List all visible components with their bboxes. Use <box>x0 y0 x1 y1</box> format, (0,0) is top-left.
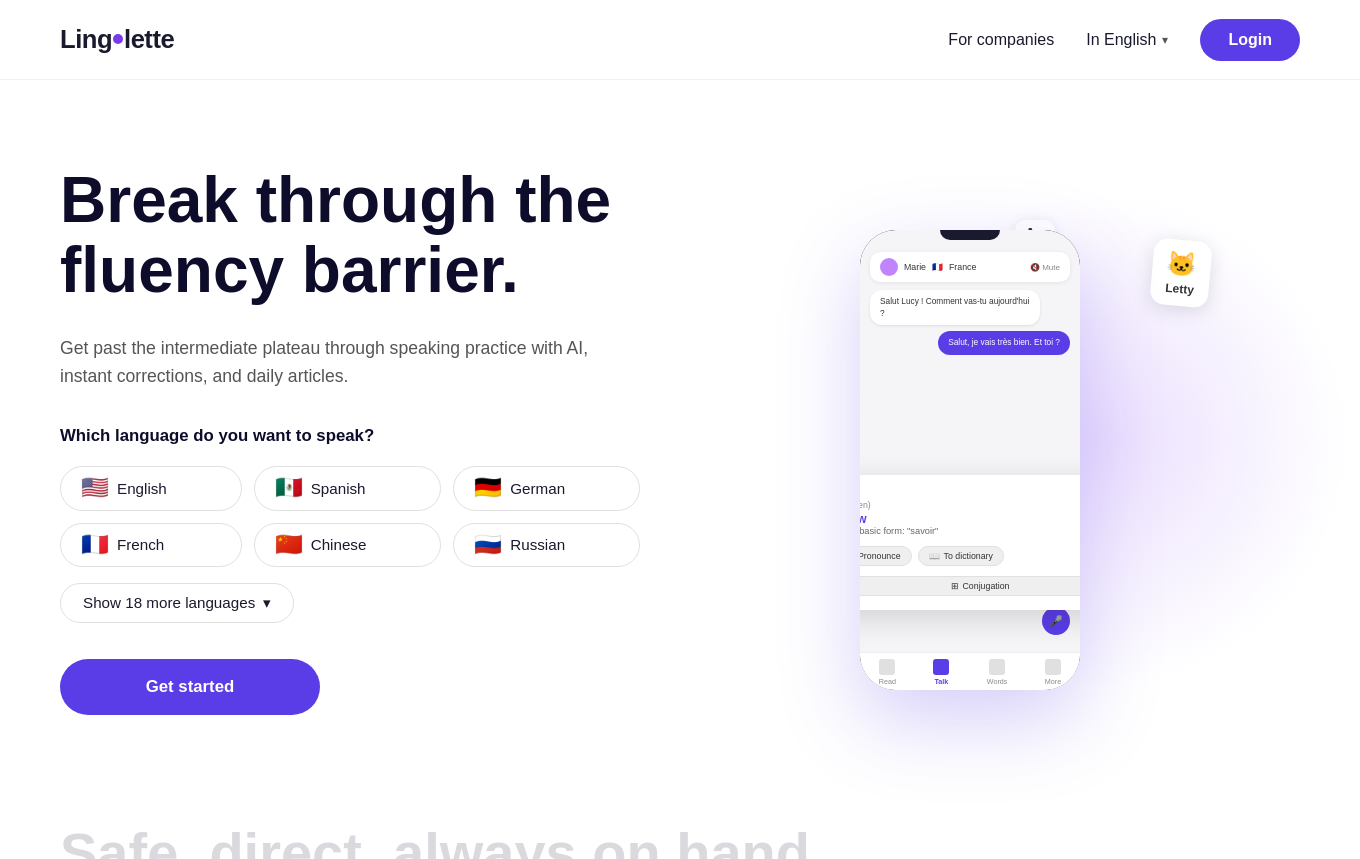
lang-english[interactable]: 🇺🇸 English <box>60 466 242 510</box>
lang-spanish-label: Spanish <box>311 480 366 497</box>
letty-label: Letty <box>1165 281 1195 297</box>
flag-spanish: 🇲🇽 <box>275 477 303 499</box>
dictionary-popup: ✕ sais (fr → en) know verb, basic form: … <box>860 475 1080 610</box>
conjugation-icon: ⊞ <box>951 581 959 591</box>
lang-selector-label: In English <box>1086 31 1156 49</box>
mic-button[interactable]: 🎤 <box>1042 607 1070 635</box>
book-icon: 📖 <box>929 551 940 561</box>
tab-more[interactable]: More <box>1045 659 1061 686</box>
phone-screen: Marie 🇫🇷 France 🔇 Mute Salut Lucy ! Comm… <box>860 230 1080 690</box>
get-started-button[interactable]: Get started <box>60 659 320 715</box>
language-selector[interactable]: In English ▾ <box>1086 31 1168 49</box>
show-more-label: Show 18 more languages <box>83 594 255 611</box>
phone-tab-bar: Read Talk Words More <box>860 652 1080 690</box>
dict-translation-direction: (fr → en) <box>860 500 1080 510</box>
phone-mockup: Marie 🇫🇷 France 🔇 Mute Salut Lucy ! Comm… <box>860 230 1080 690</box>
letty-emoji: 🐱 <box>1166 249 1198 280</box>
chat-bubble-sent: Salut, je vais très bien. Et toi ? <box>938 331 1070 355</box>
for-companies-link[interactable]: For companies <box>948 31 1054 49</box>
dict-buttons: ▶ Pronounce 📖 To dictionary ⊞ Conjugatio… <box>860 546 1080 596</box>
hero-section: Break through the fluency barrier. Get p… <box>0 80 1360 780</box>
chat-flag: 🇫🇷 <box>932 262 943 272</box>
navbar: Linglette For companies In English ▾ Log… <box>0 0 1360 80</box>
lang-german-label: German <box>510 480 565 497</box>
hero-subtitle: Get past the intermediate plateau throug… <box>60 334 640 390</box>
flag-russian: 🇷🇺 <box>474 534 502 556</box>
nav-links: For companies In English ▾ Login <box>948 19 1300 61</box>
login-button[interactable]: Login <box>1200 19 1300 61</box>
to-dictionary-button[interactable]: 📖 To dictionary <box>918 546 1004 566</box>
flag-chinese: 🇨🇳 <box>275 534 303 556</box>
tab-talk[interactable]: Talk <box>933 659 949 686</box>
lang-german[interactable]: 🇩🇪 German <box>453 466 640 510</box>
lang-russian-label: Russian <box>510 536 565 553</box>
hero-content: Break through the fluency barrier. Get p… <box>60 165 640 715</box>
flag-german: 🇩🇪 <box>474 477 502 499</box>
tab-read[interactable]: Read <box>879 659 896 686</box>
lang-french[interactable]: 🇫🇷 French <box>60 523 242 567</box>
chat-area: Marie 🇫🇷 France 🔇 Mute Salut Lucy ! Comm… <box>860 240 1080 361</box>
show-more-languages-button[interactable]: Show 18 more languages ▾ <box>60 583 294 623</box>
tab-words[interactable]: Words <box>987 659 1008 686</box>
read-icon <box>879 659 895 675</box>
conjugation-button[interactable]: ⊞ Conjugation <box>860 576 1080 596</box>
more-icon <box>1045 659 1061 675</box>
bottom-teaser: Safe, direct, always on hand <box>0 780 1360 859</box>
pronounce-button[interactable]: ▶ Pronounce <box>860 546 912 566</box>
chevron-down-icon: ▾ <box>1162 33 1168 47</box>
lang-chinese[interactable]: 🇨🇳 Chinese <box>254 523 442 567</box>
lang-english-label: English <box>117 480 167 497</box>
lang-chinese-label: Chinese <box>311 536 367 553</box>
chat-bubble-received: Salut Lucy ! Comment vas-tu aujourd'hui … <box>870 290 1040 325</box>
flag-french: 🇫🇷 <box>81 534 109 556</box>
avatar <box>880 258 898 276</box>
hero-title: Break through the fluency barrier. <box>60 165 640 306</box>
flashcard-letty: 🐱 Letty <box>1149 238 1213 309</box>
dict-meta: verb, basic form: "savoir" <box>860 526 1080 536</box>
dict-en-word: know <box>860 512 1080 526</box>
flag-english: 🇺🇸 <box>81 477 109 499</box>
mute-button[interactable]: 🔇 Mute <box>1030 263 1060 272</box>
talk-icon <box>933 659 949 675</box>
logo[interactable]: Linglette <box>60 25 174 54</box>
lang-spanish[interactable]: 🇲🇽 Spanish <box>254 466 442 510</box>
phone-notch <box>940 230 1000 240</box>
chat-country: France <box>949 262 976 272</box>
words-icon <box>989 659 1005 675</box>
language-prompt: Which language do you want to speak? <box>60 426 640 446</box>
chat-header: Marie 🇫🇷 France 🔇 Mute <box>870 252 1070 282</box>
chevron-down-icon: ▾ <box>263 594 271 612</box>
hero-illustration: Aa 🍎 Apple 🐱 Letty Fish <box>640 140 1300 740</box>
dict-fr-word: sais <box>860 489 1080 500</box>
language-grid: 🇺🇸 English 🇲🇽 Spanish 🇩🇪 German 🇫🇷 Frenc… <box>60 466 640 567</box>
chat-name: Marie <box>904 262 926 272</box>
lang-french-label: French <box>117 536 164 553</box>
lang-russian[interactable]: 🇷🇺 Russian <box>453 523 640 567</box>
